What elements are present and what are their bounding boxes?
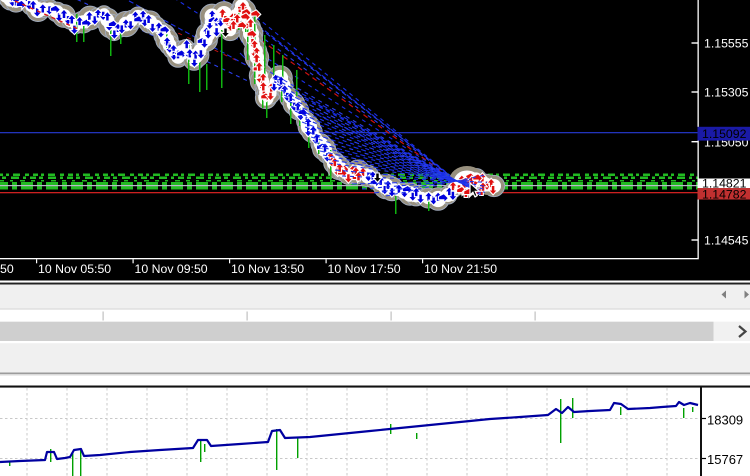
svg-text:10 Nov 13:50: 10 Nov 13:50: [231, 262, 304, 276]
svg-text:1.15555: 1.15555: [704, 36, 749, 50]
svg-text:10 Nov 05:50: 10 Nov 05:50: [38, 262, 111, 276]
svg-text:1.14782: 1.14782: [702, 187, 747, 201]
svg-text:1.15305: 1.15305: [704, 85, 749, 99]
svg-text:10 Nov 09:50: 10 Nov 09:50: [135, 262, 208, 276]
svg-text:50: 50: [0, 262, 14, 276]
svg-text:18309: 18309: [707, 413, 743, 428]
svg-text:15767: 15767: [707, 452, 743, 467]
svg-text:10 Nov 21:50: 10 Nov 21:50: [424, 262, 497, 276]
svg-text:10 Nov 17:50: 10 Nov 17:50: [328, 262, 401, 276]
svg-text:1.14545: 1.14545: [704, 233, 749, 247]
svg-text:1.15092: 1.15092: [702, 127, 747, 141]
